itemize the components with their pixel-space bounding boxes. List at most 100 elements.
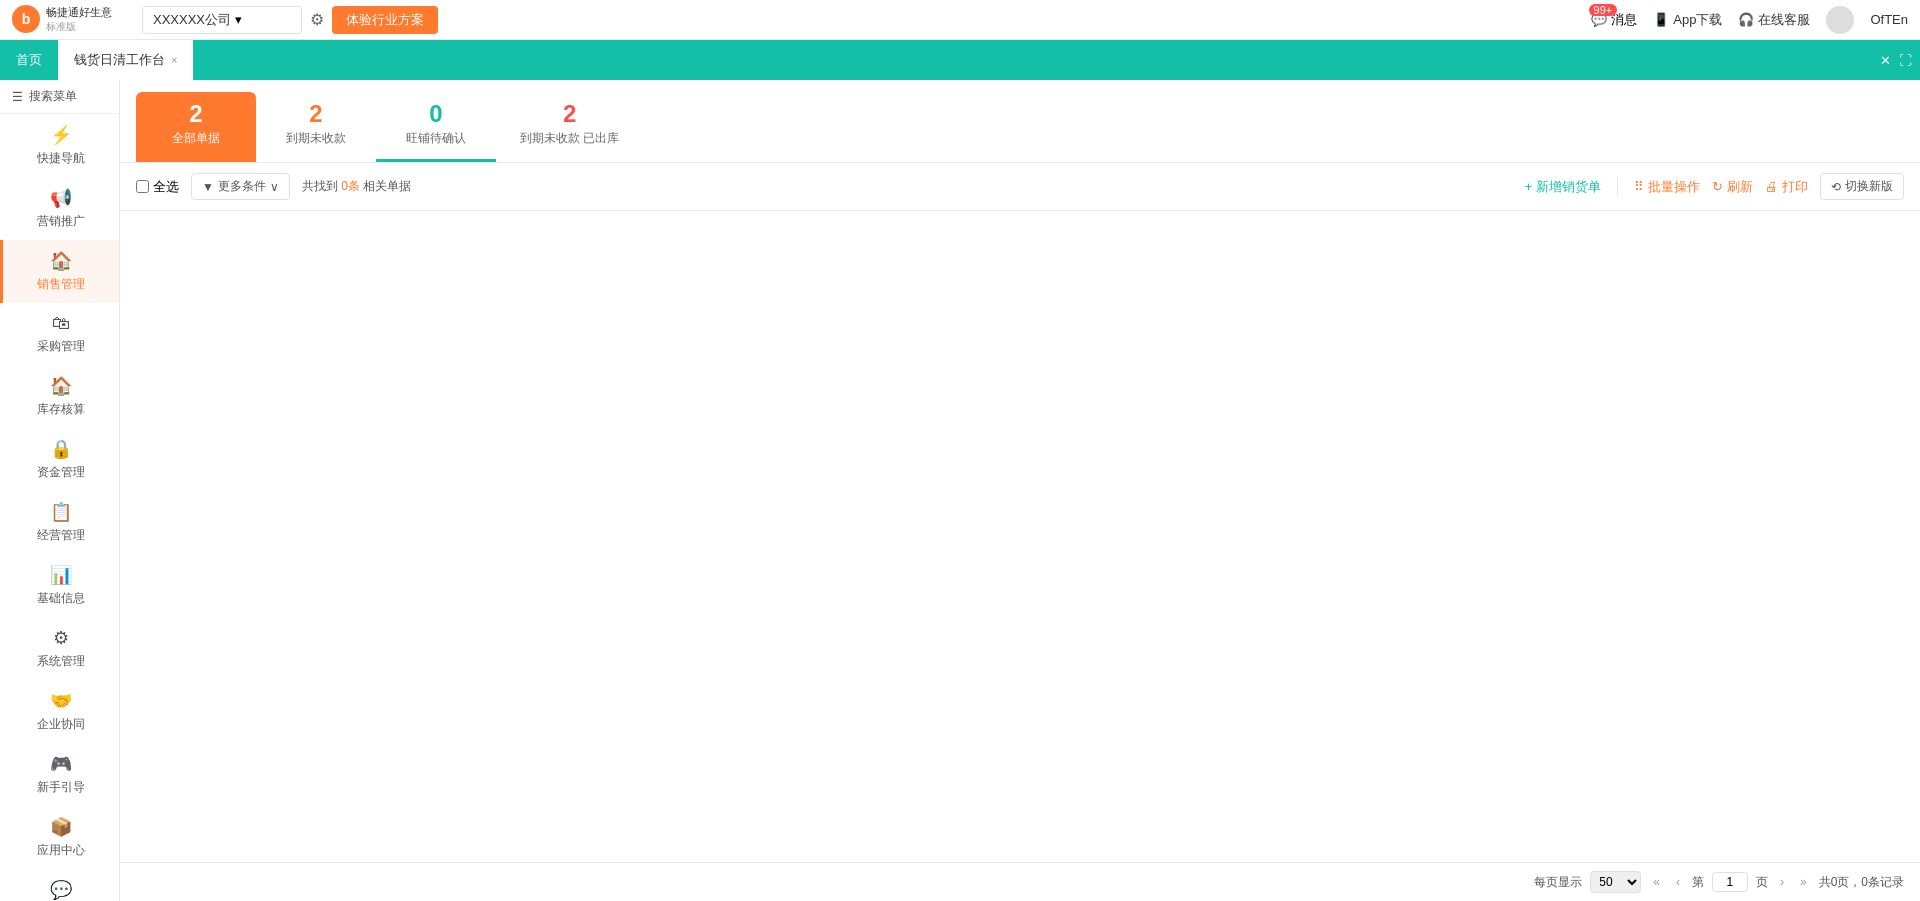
wechat-icon: 💬 xyxy=(50,879,72,901)
found-count: 0条 xyxy=(341,179,360,193)
pagination-bar: 每页显示 50 20 100 « ‹ 第 1 页 › » 共0页，0条记录 xyxy=(120,862,1920,901)
tab-home[interactable]: 首页 xyxy=(0,40,58,80)
prev-page-button[interactable]: ‹ xyxy=(1672,873,1684,891)
select-all-checkbox[interactable]: 全选 xyxy=(136,178,179,196)
switch-icon: ⟲ xyxy=(1831,180,1841,194)
dropdown-icon: ∨ xyxy=(270,180,279,194)
filter-button[interactable]: ▼ 更多条件 ∨ xyxy=(191,173,290,200)
first-page-button[interactable]: « xyxy=(1649,873,1664,891)
sidebar-item-inventory[interactable]: 🏠 库存核算 xyxy=(0,365,119,428)
quick-nav-icon: ⚡ xyxy=(50,124,72,146)
select-all-input[interactable] xyxy=(136,180,149,193)
base-info-icon: 📊 xyxy=(50,564,72,586)
chevron-down-icon: ▾ xyxy=(235,12,242,27)
online-service-link[interactable]: 🎧 在线客服 xyxy=(1738,11,1810,29)
sidebar-item-operations[interactable]: 📋 经营管理 xyxy=(0,491,119,554)
sidebar-item-sales[interactable]: 🏠 销售管理 xyxy=(0,240,119,303)
sidebar-item-wechat[interactable]: 💬 企业微信 xyxy=(0,869,119,901)
cooperation-icon: 🤝 xyxy=(50,690,72,712)
tab-active[interactable]: 钱货日清工作台 × xyxy=(58,40,193,80)
company-name: XXXXXX公司 xyxy=(153,11,231,29)
system-icon: ⚙ xyxy=(53,627,69,649)
page-number-input[interactable]: 1 xyxy=(1712,872,1748,892)
sidebar-item-purchase[interactable]: 🛍 采购管理 xyxy=(0,303,119,365)
headset-icon: 🎧 xyxy=(1738,12,1754,27)
search-icon: ☰ xyxy=(12,90,23,104)
purchase-icon: 🛍 xyxy=(52,313,70,334)
message-badge: 99+ xyxy=(1589,4,1618,16)
last-page-button[interactable]: » xyxy=(1796,873,1811,891)
app-download-link[interactable]: 📱 App下载 xyxy=(1653,11,1722,29)
stat-num-pending: 0 xyxy=(429,100,442,128)
main-layout: ☰ 搜索菜单 ⚡ 快捷导航 📢 营销推广 🏠 销售管理 🛍 采购管理 🏠 库存核… xyxy=(0,80,1920,901)
stat-num-all: 2 xyxy=(189,100,202,128)
toolbar-right: + 新增销货单 ⠿ 批量操作 ↻ 刷新 🖨 打印 ⟲ 切换新版 xyxy=(1525,173,1904,200)
stat-label-all: 全部单据 xyxy=(172,130,220,147)
total-label: 共0页，0条记录 xyxy=(1819,874,1904,891)
stat-tab-overdue-shipped[interactable]: 2 到期未收款 已出库 xyxy=(496,92,643,162)
batch-operation-button[interactable]: ⠿ 批量操作 xyxy=(1634,178,1700,196)
nav-tabs: 首页 钱货日清工作台 × ✕ ⛶ xyxy=(0,40,1920,80)
stat-label-overdue: 到期未收款 xyxy=(286,130,346,147)
switch-version-button[interactable]: ⟲ 切换新版 xyxy=(1820,173,1904,200)
table-area xyxy=(120,211,1920,862)
toolbar: 全选 ▼ 更多条件 ∨ 共找到 0条 相关单据 + 新增销货单 ⠿ 批量操作 ↻… xyxy=(120,163,1920,211)
app-center-icon: 📦 xyxy=(50,816,72,838)
app-download-icon: 📱 xyxy=(1653,12,1669,27)
operations-icon: 📋 xyxy=(50,501,72,523)
sidebar-item-quick-nav[interactable]: ⚡ 快捷导航 xyxy=(0,114,119,177)
filter-icon: ▼ xyxy=(202,180,214,194)
per-page-select[interactable]: 50 20 100 xyxy=(1590,871,1641,893)
marketing-icon: 📢 xyxy=(50,187,72,209)
add-sales-order-button[interactable]: + 新增销货单 xyxy=(1525,178,1601,196)
stat-label-pending: 旺铺待确认 xyxy=(406,130,466,147)
inventory-icon: 🏠 xyxy=(50,375,72,397)
sidebar: ☰ 搜索菜单 ⚡ 快捷导航 📢 营销推广 🏠 销售管理 🛍 采购管理 🏠 库存核… xyxy=(0,80,120,901)
avatar-name: OfTEn xyxy=(1870,12,1908,27)
sidebar-item-finance[interactable]: 🔒 资金管理 xyxy=(0,428,119,491)
top-bar: b 畅捷通好生意 标准版 XXXXXX公司 ▾ ⚙ 体验行业方案 💬 99+ 消… xyxy=(0,0,1920,40)
stat-tab-pending[interactable]: 0 旺铺待确认 xyxy=(376,92,496,162)
nav-expand-icon[interactable]: ⛶ xyxy=(1899,53,1912,68)
refresh-icon: ↻ xyxy=(1712,179,1723,194)
sidebar-item-system[interactable]: ⚙ 系统管理 xyxy=(0,617,119,680)
logo-icon: b xyxy=(12,5,40,33)
sidebar-item-marketing[interactable]: 📢 营销推广 xyxy=(0,177,119,240)
stat-num-overdue: 2 xyxy=(309,100,322,128)
logo-area: b 畅捷通好生意 标准版 xyxy=(12,5,132,33)
message-area[interactable]: 💬 99+ 消息 xyxy=(1591,11,1637,29)
settings-icon[interactable]: ⚙ xyxy=(310,10,324,29)
stat-num-overdue-shipped: 2 xyxy=(563,100,576,128)
top-right-area: 💬 99+ 消息 📱 App下载 🎧 在线客服 OfTEn xyxy=(1591,6,1908,34)
sidebar-item-base-info[interactable]: 📊 基础信息 xyxy=(0,554,119,617)
divider xyxy=(1617,177,1618,197)
page-label: 第 xyxy=(1692,874,1704,891)
nav-right-icons: ✕ ⛶ xyxy=(1880,53,1920,68)
page-label-end: 页 xyxy=(1756,874,1768,891)
stat-label-overdue-shipped: 到期未收款 已出库 xyxy=(520,130,619,147)
print-icon: 🖨 xyxy=(1765,179,1778,194)
sales-icon: 🏠 xyxy=(50,250,72,272)
batch-icon: ⠿ xyxy=(1634,179,1644,194)
avatar[interactable] xyxy=(1826,6,1854,34)
finance-icon: 🔒 xyxy=(50,438,72,460)
found-text: 共找到 0条 相关单据 xyxy=(302,178,411,195)
nav-close-icon[interactable]: ✕ xyxy=(1880,53,1891,68)
sidebar-item-guide[interactable]: 🎮 新手引导 xyxy=(0,743,119,806)
guide-icon: 🎮 xyxy=(50,753,72,775)
sidebar-item-cooperation[interactable]: 🤝 企业协同 xyxy=(0,680,119,743)
tab-close-icon[interactable]: × xyxy=(171,54,177,66)
trial-button[interactable]: 体验行业方案 xyxy=(332,6,438,34)
stats-bar: 2 全部单据 2 到期未收款 0 旺铺待确认 2 到期未收款 已出库 xyxy=(120,80,1920,163)
search-menu[interactable]: ☰ 搜索菜单 xyxy=(0,80,119,114)
company-selector[interactable]: XXXXXX公司 ▾ xyxy=(142,6,302,34)
app-badge: 标准版 xyxy=(46,20,112,34)
refresh-button[interactable]: ↻ 刷新 xyxy=(1712,178,1753,196)
stat-tab-all[interactable]: 2 全部单据 xyxy=(136,92,256,162)
content-area: 2 全部单据 2 到期未收款 0 旺铺待确认 2 到期未收款 已出库 全选 xyxy=(120,80,1920,901)
per-page-label: 每页显示 xyxy=(1534,874,1582,891)
stat-tab-overdue[interactable]: 2 到期未收款 xyxy=(256,92,376,162)
print-button[interactable]: 🖨 打印 xyxy=(1765,178,1808,196)
sidebar-item-app-center[interactable]: 📦 应用中心 xyxy=(0,806,119,869)
next-page-button[interactable]: › xyxy=(1776,873,1788,891)
